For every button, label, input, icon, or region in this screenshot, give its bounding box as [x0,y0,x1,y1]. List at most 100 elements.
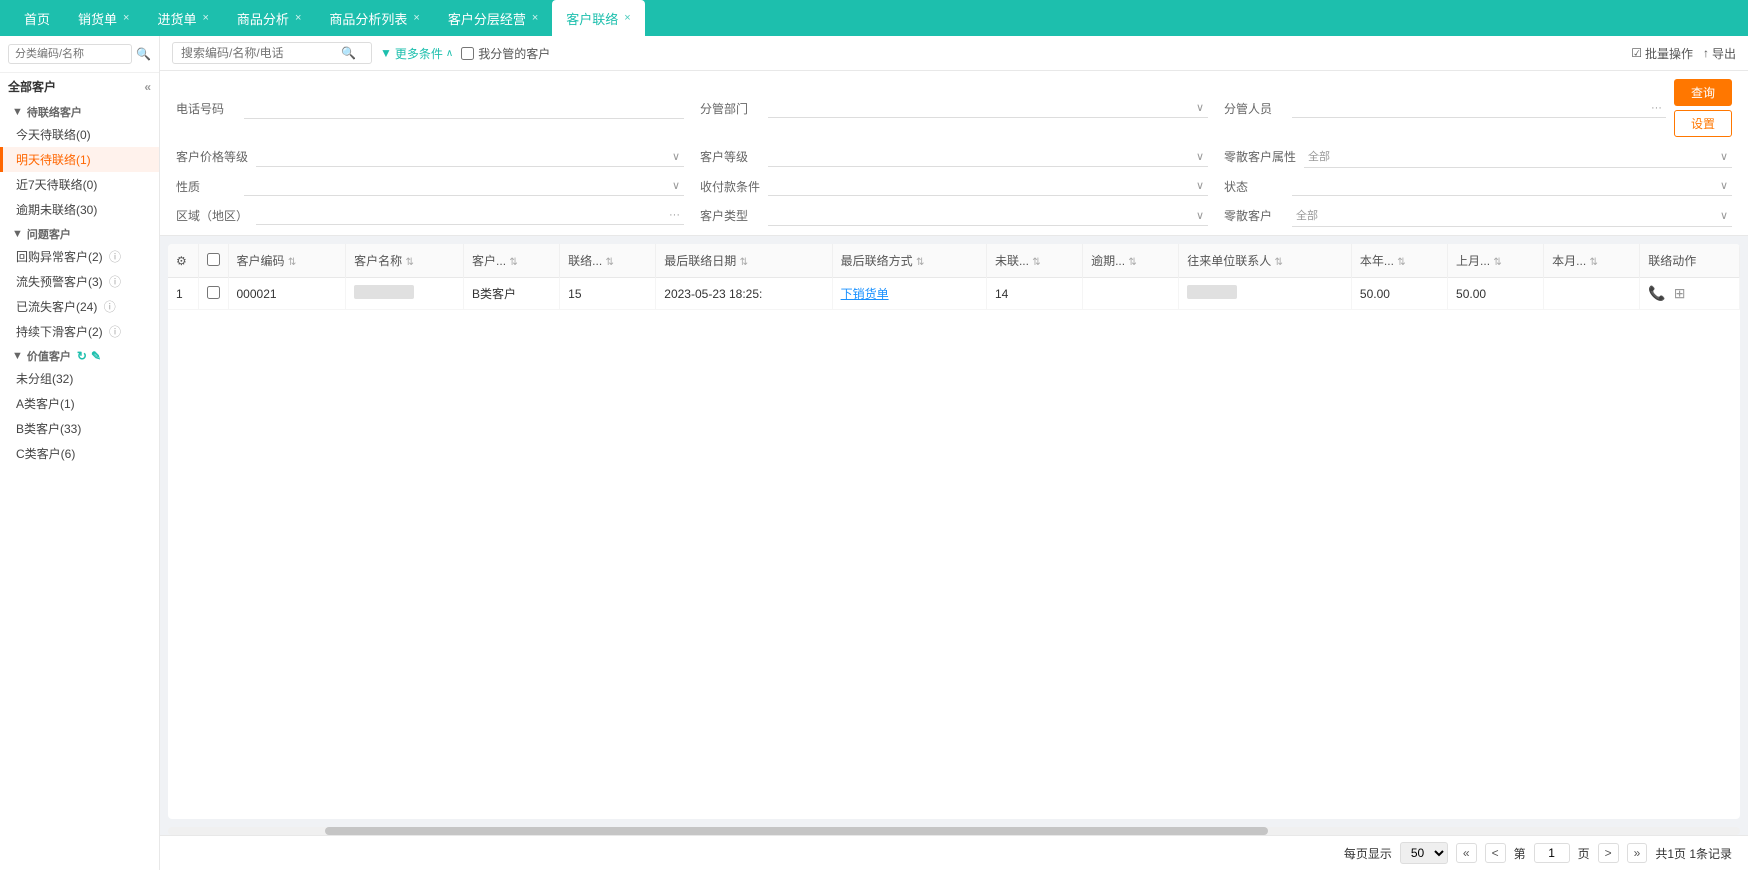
sidebar-search-area: 🔍 [0,36,159,73]
phone-input[interactable] [244,98,684,119]
nav-customer-contact[interactable]: 客户联络 × [552,0,644,36]
filter-row-dept: 分管部门 ∨ [700,79,1208,137]
info-icon: ⓘ [109,325,121,339]
cell-no-contact: 14 [986,278,1082,310]
sort-icon[interactable]: ⇅ [1275,257,1283,268]
nav-home[interactable]: 首页 [10,0,64,36]
filter-actions: 查询 设置 [1674,79,1732,137]
payment-select[interactable]: ∨ [768,176,1208,196]
batch-operation-button[interactable]: ☑ 批量操作 [1631,45,1693,62]
cell-checkbox[interactable] [198,278,228,310]
last-page-button[interactable]: » [1627,843,1648,863]
sort-icon[interactable]: ⇅ [1128,257,1136,268]
search-box: 🔍 [172,42,372,64]
page-unit: 页 [1578,845,1590,862]
sort-icon[interactable]: ⇅ [1590,257,1598,268]
sidebar-item-churn-warning[interactable]: 流失预警客户(3) ⓘ [0,269,159,294]
nature-select[interactable]: ∨ [244,176,684,196]
col-checkbox[interactable] [198,244,228,278]
nav-customer-tiers[interactable]: 客户分层经营 × [434,0,552,36]
sidebar-search-input[interactable] [8,44,132,64]
sidebar-item-abnormal[interactable]: 回购异常客户(2) ⓘ [0,244,159,269]
more-conditions-button[interactable]: ▼ 更多条件 ∧ [380,45,453,62]
search-input[interactable] [181,46,341,60]
sort-icon[interactable]: ⇅ [1493,257,1501,268]
info-icon: ⓘ [109,275,121,289]
nav-close-icon[interactable]: × [123,12,129,24]
dept-select[interactable]: ∨ [768,98,1208,118]
manager-select[interactable]: ··· [1292,99,1666,118]
sidebar-item-class-a[interactable]: A类客户(1) [0,391,159,416]
cust-level-label: 客户等级 [700,148,760,165]
cell-this-year: 50.00 [1351,278,1447,310]
region-select[interactable]: ··· [256,206,684,225]
data-table-container: ⚙ 客户编码 ⇅ 客户名称 ⇅ [168,244,1740,819]
sort-icon[interactable]: ⇅ [916,257,924,268]
sort-icon[interactable]: ⇅ [509,257,517,268]
status-select[interactable]: ∨ [1292,176,1732,196]
next-page-button[interactable]: > [1598,843,1619,863]
nav-purchase-order[interactable]: 进货单 × [143,0,222,36]
prev-page-button[interactable]: < [1485,843,1506,863]
nature-label: 性质 [176,178,236,195]
nav-close-icon[interactable]: × [295,12,301,24]
sidebar-search-icon[interactable]: 🔍 [136,47,151,61]
sidebar-item-7days[interactable]: 近7天待联络(0) [0,172,159,197]
sidebar-item-lost[interactable]: 已流失客户(24) ⓘ [0,294,159,319]
filter-row-status: 状态 ∨ [1224,176,1732,196]
col-gear[interactable]: ⚙ [168,244,198,278]
sidebar-all-customers[interactable]: 全部客户 « [0,73,159,100]
cell-last-method[interactable]: 下销货单 [832,278,986,310]
retail-attr-select[interactable]: 全部∨ [1304,145,1732,168]
page-number-input[interactable] [1534,843,1570,863]
sidebar-item-tomorrow[interactable]: 明天待联络(1) [0,147,159,172]
nav-close-icon[interactable]: × [413,12,419,24]
export-button[interactable]: ↑ 导出 [1703,45,1736,62]
grid-action-icon[interactable]: ⊞ [1674,285,1686,302]
horizontal-scrollbar[interactable] [168,827,1740,835]
sort-icon[interactable]: ⇅ [740,257,748,268]
cell-cust-type: B类客户 [464,278,560,310]
sidebar-item-class-c[interactable]: C类客户(6) [0,441,159,466]
sidebar-item-declining[interactable]: 持续下滑客户(2) ⓘ [0,319,159,344]
pagination-bar: 每页显示 50 « < 第 页 > » 共1页 1条记录 [160,835,1748,870]
sort-icon[interactable]: ⇅ [1032,257,1040,268]
gear-icon[interactable]: ⚙ [176,254,187,268]
settings-button[interactable]: 设置 [1674,110,1732,137]
sidebar-item-overdue[interactable]: 逾期未联络(30) [0,197,159,222]
region-label: 区域（地区） [176,207,248,224]
refresh-icon[interactable]: ↻ [77,349,87,363]
sidebar-item-today[interactable]: 今天待联络(0) [0,122,159,147]
sort-icon[interactable]: ⇅ [606,257,614,268]
row-checkbox[interactable] [207,286,220,299]
sidebar-item-class-b[interactable]: B类客户(33) [0,416,159,441]
page-size-label: 每页显示 [1344,845,1392,862]
cell-this-month [1544,278,1640,310]
sort-icon[interactable]: ⇅ [405,257,413,268]
page-size-select[interactable]: 50 [1400,842,1448,864]
cust-type-select[interactable]: ∨ [768,206,1208,226]
value-level-select[interactable]: ∨ [256,147,684,167]
cust-level-select[interactable]: ∨ [768,147,1208,167]
nav-close-icon[interactable]: × [202,12,208,24]
edit-icon[interactable]: ✎ [91,349,101,363]
cell-unit-contact [1179,278,1352,310]
retail-cust-select[interactable]: 全部∨ [1292,204,1732,227]
my-customers-checkbox[interactable] [461,47,474,60]
scrollbar-thumb[interactable] [325,827,1268,835]
nav-sales-order[interactable]: 销货单 × [64,0,143,36]
my-customers-checkbox-area[interactable]: 我分管的客户 [461,45,550,62]
nav-close-icon[interactable]: × [624,12,630,24]
search-icon[interactable]: 🔍 [341,46,356,60]
nav-product-analysis-list[interactable]: 商品分析列表 × [315,0,433,36]
sidebar-item-ungroup[interactable]: 未分组(32) [0,366,159,391]
first-page-button[interactable]: « [1456,843,1477,863]
select-all-checkbox[interactable] [207,253,220,266]
nav-product-analysis[interactable]: 商品分析 × [223,0,315,36]
sort-icon[interactable]: ⇅ [288,257,296,268]
sidebar-collapse-icon[interactable]: « [144,80,151,94]
phone-action-icon[interactable]: 📞 [1648,285,1665,302]
query-button[interactable]: 查询 [1674,79,1732,106]
nav-close-icon[interactable]: × [532,12,538,24]
sort-icon[interactable]: ⇅ [1397,257,1405,268]
